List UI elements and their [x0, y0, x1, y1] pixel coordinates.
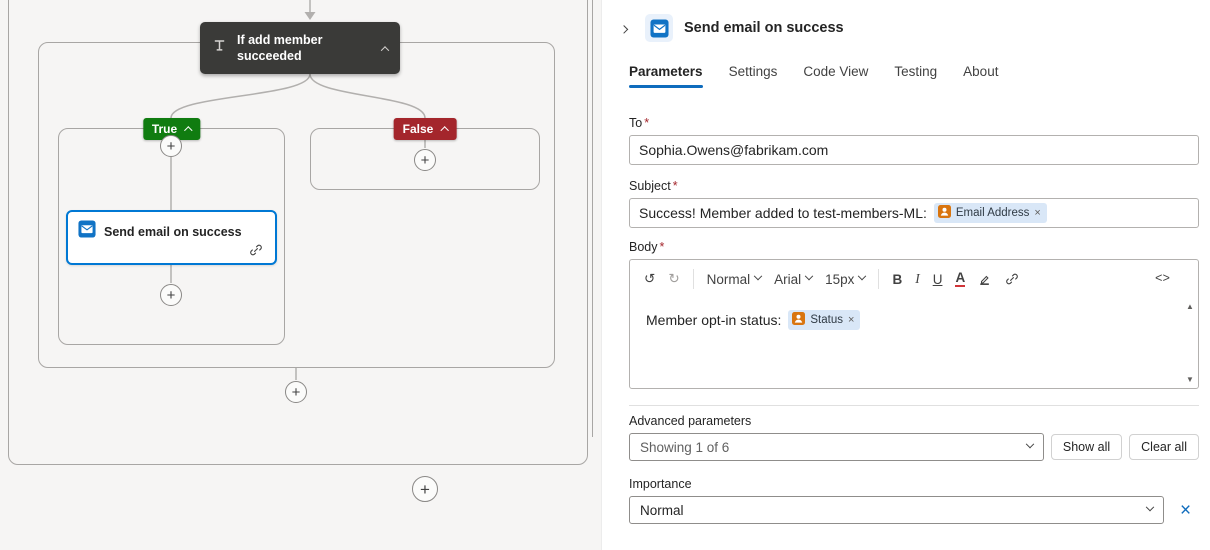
action-card-send-email[interactable]: Send email on success — [66, 210, 277, 265]
font-size-dropdown[interactable]: 15px — [825, 272, 865, 287]
dynamic-token-email-address[interactable]: Email Address × — [934, 203, 1047, 223]
outlook-connector-icon — [645, 14, 673, 42]
rte-toolbar: ↺ ↻ Normal Arial 15px B I U — [630, 260, 1198, 298]
editor-scrollbar[interactable]: ▲ ▼ — [1183, 299, 1197, 387]
insert-step-button-bottom[interactable]: + — [412, 476, 438, 502]
insert-action-button-true-top[interactable]: + — [160, 135, 182, 157]
required-asterisk: * — [660, 240, 665, 254]
section-divider — [629, 405, 1199, 406]
condition-node[interactable]: If add member succeeded — [200, 22, 400, 74]
undo-button[interactable]: ↺ — [644, 271, 655, 287]
highlight-button[interactable] — [978, 272, 992, 286]
insert-action-button-true-bottom[interactable]: + — [160, 284, 182, 306]
chevron-up-icon — [440, 126, 448, 134]
body-content[interactable]: Member opt-in status: Status × — [630, 298, 1198, 330]
plus-icon: + — [167, 288, 176, 303]
body-text: Member opt-in status: — [646, 312, 781, 328]
false-branch-badge[interactable]: False — [394, 118, 457, 140]
action-properties-panel: Send email on success Parameters Setting… — [601, 0, 1210, 550]
chevron-down-icon — [754, 272, 762, 280]
token-connector-icon — [938, 205, 951, 221]
insert-action-button-after-condition[interactable]: + — [285, 381, 307, 403]
toolbar-divider — [878, 269, 879, 289]
tab-parameters[interactable]: Parameters — [629, 64, 703, 88]
plus-icon: + — [292, 385, 301, 400]
advanced-parameters-dropdown[interactable]: Showing 1 of 6 — [629, 433, 1044, 461]
bold-button[interactable]: B — [892, 272, 902, 287]
advanced-parameters-label: Advanced parameters — [629, 414, 1199, 428]
link-icon[interactable] — [249, 243, 263, 262]
chevron-right-icon — [620, 25, 628, 33]
chevron-down-icon — [1146, 503, 1154, 511]
required-asterisk: * — [644, 116, 649, 130]
chevron-up-icon — [184, 126, 192, 134]
outer-scope-edge — [592, 0, 593, 437]
chevron-up-icon[interactable] — [382, 39, 388, 57]
to-value: Sophia.Owens@fabrikam.com — [639, 142, 828, 158]
clear-all-button[interactable]: Clear all — [1129, 434, 1199, 460]
importance-value: Normal — [640, 503, 684, 518]
chevron-down-icon — [858, 272, 866, 280]
panel-tabs: Parameters Settings Code View Testing Ab… — [629, 64, 1198, 88]
plus-icon: + — [167, 139, 176, 154]
chevron-down-icon — [1026, 440, 1034, 448]
token-connector-icon — [792, 312, 805, 328]
body-rich-text-editor[interactable]: ↺ ↻ Normal Arial 15px B I U — [629, 259, 1199, 389]
condition-icon — [212, 38, 227, 58]
outlook-icon — [78, 220, 96, 243]
flow-canvas: If add member succeeded True + — [0, 0, 601, 550]
importance-dropdown[interactable]: Normal — [629, 496, 1164, 524]
remove-token-icon[interactable]: × — [1034, 207, 1040, 219]
scroll-down-icon[interactable]: ▼ — [1186, 375, 1194, 384]
subject-input[interactable]: Success! Member added to test-members-ML… — [629, 198, 1199, 228]
false-branch-label: False — [403, 122, 434, 136]
chevron-down-icon — [805, 272, 813, 280]
dynamic-token-status[interactable]: Status × — [788, 310, 860, 330]
paragraph-style-dropdown[interactable]: Normal — [707, 272, 762, 287]
advanced-dropdown-value: Showing 1 of 6 — [640, 440, 729, 455]
insert-link-button[interactable] — [1005, 272, 1019, 286]
action-card-title: Send email on success — [104, 225, 242, 239]
token-label: Email Address — [956, 207, 1030, 219]
token-label: Status — [810, 314, 843, 326]
to-input[interactable]: Sophia.Owens@fabrikam.com — [629, 135, 1199, 165]
code-view-button[interactable]: <> — [1155, 272, 1170, 286]
underline-button[interactable]: U — [933, 272, 943, 287]
remove-importance-button[interactable]: × — [1180, 501, 1191, 520]
insert-action-button-false[interactable]: + — [414, 149, 436, 171]
tab-about[interactable]: About — [963, 64, 998, 88]
subject-label: Subject* — [629, 179, 1199, 193]
condition-title: If add member succeeded — [237, 32, 355, 65]
show-all-button[interactable]: Show all — [1051, 434, 1122, 460]
redo-button[interactable]: ↻ — [668, 271, 679, 287]
body-label: Body* — [629, 240, 1199, 254]
subject-text: Success! Member added to test-members-ML… — [639, 205, 927, 221]
tab-code-view[interactable]: Code View — [803, 64, 868, 88]
true-branch-label: True — [152, 122, 177, 136]
tab-settings[interactable]: Settings — [729, 64, 778, 88]
font-color-button[interactable]: A — [955, 271, 965, 287]
remove-token-icon[interactable]: × — [848, 314, 854, 326]
tab-testing[interactable]: Testing — [894, 64, 937, 88]
scroll-up-icon[interactable]: ▲ — [1186, 302, 1194, 311]
required-asterisk: * — [673, 179, 678, 193]
panel-title: Send email on success — [684, 20, 844, 36]
to-label: To* — [629, 116, 1199, 130]
toolbar-divider — [693, 269, 694, 289]
designer-window: If add member succeeded True + — [0, 0, 1210, 550]
font-family-dropdown[interactable]: Arial — [774, 272, 812, 287]
plus-icon: + — [420, 481, 430, 498]
italic-button[interactable]: I — [915, 271, 920, 287]
importance-label: Importance — [629, 477, 1199, 491]
collapse-panel-button[interactable] — [614, 18, 634, 38]
plus-icon: + — [421, 153, 430, 168]
